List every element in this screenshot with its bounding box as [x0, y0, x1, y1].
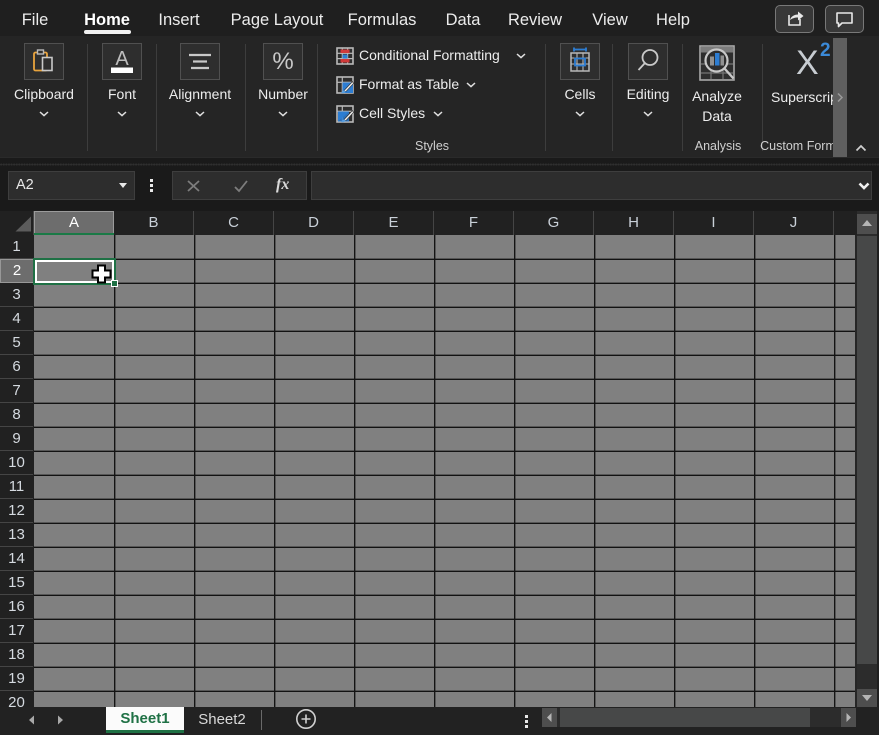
svg-text:A: A	[115, 48, 129, 70]
svg-text:%: %	[272, 48, 293, 75]
